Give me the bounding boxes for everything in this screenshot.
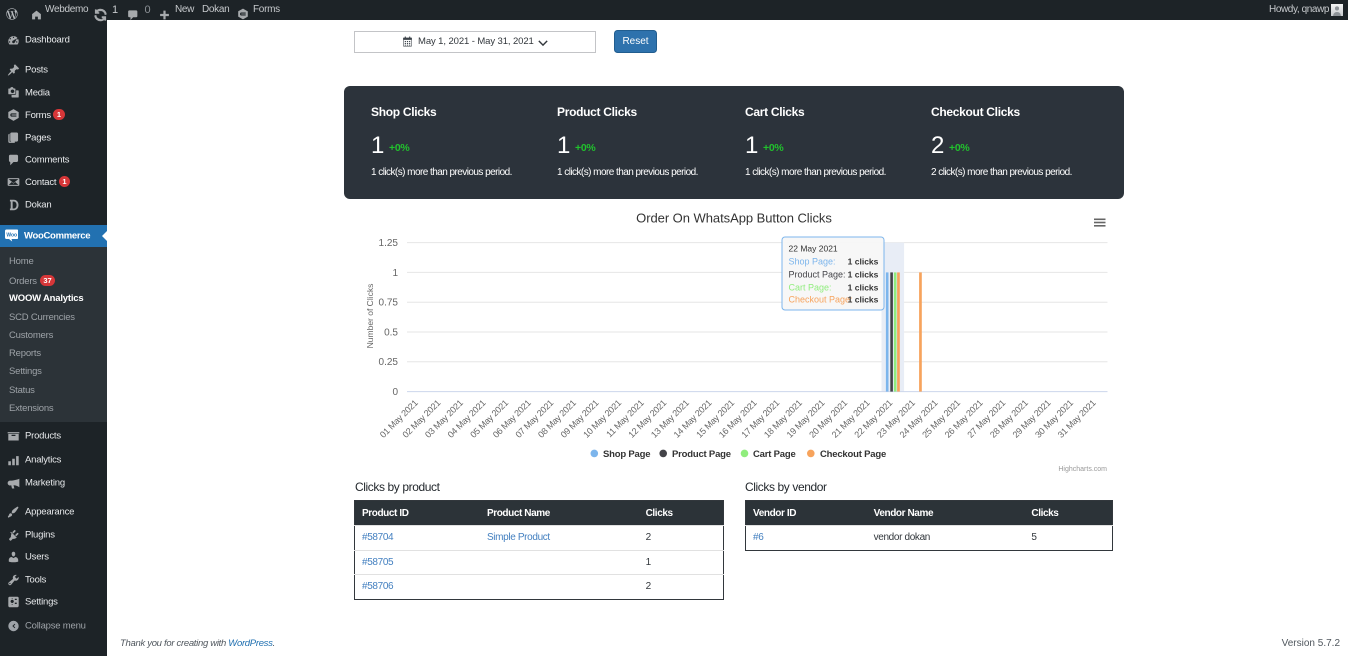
svg-text:Cart Page:: Cart Page: <box>789 282 832 292</box>
svg-text:Checkout Page:: Checkout Page: <box>789 295 853 305</box>
svg-text:1 clicks: 1 clicks <box>848 256 879 266</box>
svg-text:1 clicks: 1 clicks <box>848 295 879 305</box>
svg-text:Woo: Woo <box>6 232 17 238</box>
svg-text:0.25: 0.25 <box>379 357 399 368</box>
svg-text:Product Page:: Product Page: <box>789 269 846 279</box>
svg-text:1 clicks: 1 clicks <box>848 269 879 279</box>
svg-text:Number of Clicks: Number of Clicks <box>365 284 375 349</box>
svg-text:0: 0 <box>392 387 398 398</box>
svg-text:Checkout Page: Checkout Page <box>820 449 886 460</box>
svg-text:Product Page: Product Page <box>672 449 731 460</box>
svg-text:Highcharts.com: Highcharts.com <box>1058 466 1107 473</box>
svg-text:Shop Page: Shop Page <box>603 449 650 460</box>
svg-text:0.75: 0.75 <box>379 298 399 309</box>
svg-text:Cart Page: Cart Page <box>753 449 796 460</box>
svg-text:Shop Page:: Shop Page: <box>789 256 836 266</box>
svg-text:0.5: 0.5 <box>384 327 398 338</box>
svg-text:1.25: 1.25 <box>379 238 399 249</box>
svg-text:1 clicks: 1 clicks <box>848 282 879 292</box>
svg-text:Order On WhatsApp Button Click: Order On WhatsApp Button Clicks <box>636 211 832 226</box>
svg-text:1: 1 <box>392 268 398 279</box>
svg-text:22 May 2021: 22 May 2021 <box>789 243 838 253</box>
